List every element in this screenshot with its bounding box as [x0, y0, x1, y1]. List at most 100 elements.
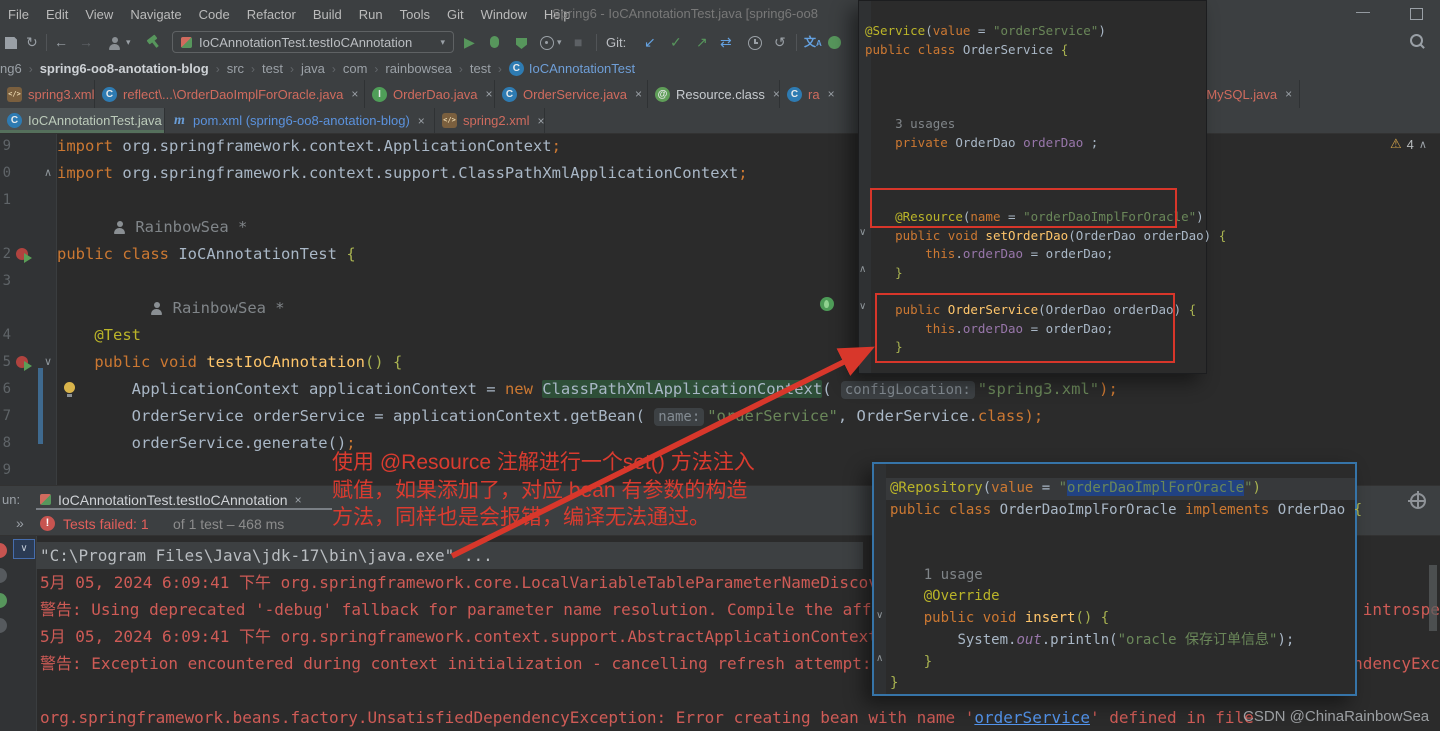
rollback-icon[interactable]: ↺	[774, 35, 786, 50]
line-number: 2	[2, 246, 11, 262]
scrollbar-thumb[interactable]	[1429, 565, 1437, 631]
breadcrumb-item-test[interactable]: test	[262, 61, 283, 76]
tab-orderservice-java[interactable]: C OrderService.java ×	[495, 80, 648, 108]
git-merge-icon[interactable]: ⇄	[720, 35, 732, 50]
breadcrumb-item-java[interactable]: java	[301, 61, 325, 76]
menu-edit[interactable]: Edit	[46, 7, 68, 22]
tab-spring3-xml[interactable]: </>spring3.xml×	[0, 80, 95, 108]
tab-reflect-orderdaoimplfororacle-java[interactable]: Creflect\...\OrderDaoImplForOracle.java ×	[95, 80, 365, 108]
menu-run[interactable]: Run	[359, 7, 383, 22]
tab-iocannotationtest-java[interactable]: CIoCAnnotationTest.java×	[0, 108, 165, 133]
run-test-gutter-icon[interactable]	[16, 356, 32, 371]
code-segment: class	[977, 407, 1025, 425]
forward-icon[interactable]: →	[79, 35, 93, 50]
spring-bean-icon[interactable]	[820, 297, 834, 311]
warning-icon: ⚠	[1390, 136, 1402, 151]
chevron-up-icon[interactable]: ∧	[1419, 138, 1427, 151]
coverage-icon[interactable]	[516, 37, 527, 52]
menu-tools[interactable]: Tools	[400, 7, 430, 22]
red-highlight-box-resource	[870, 188, 1177, 228]
menu-navigate[interactable]: Navigate	[130, 7, 181, 22]
fold-down-icon[interactable]: ∨	[859, 301, 866, 312]
code-segment: OrderService	[962, 41, 1061, 57]
search-icon[interactable]	[1410, 34, 1423, 50]
history-clock-icon[interactable]	[748, 36, 762, 53]
breadcrumb-item-com[interactable]: com	[343, 61, 368, 76]
close-icon[interactable]: ×	[295, 493, 302, 507]
tab-orderdao-java[interactable]: I OrderDao.java ×	[365, 80, 495, 108]
gear-icon[interactable]	[1408, 491, 1426, 514]
minimize-icon[interactable]: —	[1356, 3, 1370, 19]
tab-label: OrderDao.java	[393, 86, 478, 102]
code-segment: {	[1060, 41, 1069, 57]
close-icon[interactable]: ×	[418, 114, 425, 128]
menu-build[interactable]: Build	[313, 7, 342, 22]
menu-code[interactable]: Code	[199, 7, 230, 22]
sync-icon[interactable]: ↻	[26, 35, 38, 50]
user-icon[interactable]	[108, 36, 121, 51]
run-test-gutter-icon[interactable]	[16, 248, 32, 263]
profiler-icon[interactable]	[540, 36, 554, 53]
breadcrumb-item-test[interactable]: test	[470, 61, 491, 76]
save-all-icon[interactable]	[5, 37, 17, 52]
code-segment: @Test	[94, 326, 141, 344]
annotation-line: 方法，同样也是会报错，编译无法通过。	[332, 506, 710, 529]
breadcrumb-item-src[interactable]: src	[227, 61, 244, 76]
menu-window[interactable]: Window	[481, 7, 527, 22]
close-icon[interactable]: ×	[537, 114, 544, 128]
build-hammer-icon[interactable]	[146, 34, 162, 52]
user-dropdown-icon[interactable]: ▾	[126, 35, 131, 50]
breadcrumb-item-ng6[interactable]: ng6	[0, 61, 22, 76]
inspection-widget[interactable]: ⚠ 4 ∧	[1390, 136, 1427, 152]
tab-pom-xml-spring6-oo8-anotation-blog-[interactable]: m pom.xml (spring6-oo8-anotation-blog) ×	[165, 108, 435, 133]
close-icon[interactable]: ×	[773, 87, 779, 101]
git-push-icon[interactable]: ↗	[696, 35, 708, 50]
breadcrumb-item-rainbowsea[interactable]: rainbowsea	[385, 61, 452, 76]
code-segment: org.springframework.context.ApplicationC…	[122, 137, 552, 155]
tab-resource-class[interactable]: @ Resource.class ×	[648, 80, 780, 108]
stop-icon[interactable]: ■	[574, 35, 582, 50]
breadcrumb-separator: ›	[251, 61, 256, 76]
menu-file[interactable]: File	[8, 7, 29, 22]
fold-icon[interactable]: ∨	[44, 349, 52, 376]
code-segment: public void	[895, 227, 986, 243]
fold-down-icon[interactable]: ∨	[876, 610, 883, 621]
git-update-icon[interactable]: ↙	[644, 35, 656, 50]
close-icon[interactable]: ×	[1285, 87, 1292, 101]
fold-up-icon[interactable]: ∧	[859, 264, 866, 275]
fold-down-icon[interactable]: ∨	[859, 227, 866, 238]
menu-refactor[interactable]: Refactor	[247, 7, 296, 22]
maximize-icon[interactable]	[1410, 8, 1423, 20]
run-configuration-select[interactable]: IoCAnnotationTest.testIoCAnnotation ▾	[172, 31, 454, 53]
code-segment: ' defined in file	[1089, 708, 1254, 727]
close-icon[interactable]: ×	[635, 87, 642, 101]
fold-up-icon[interactable]: ∧	[876, 653, 883, 664]
plugin-green-icon[interactable]	[828, 36, 841, 52]
back-icon[interactable]: ←	[54, 35, 68, 50]
run-icon[interactable]: ▶	[464, 35, 475, 50]
orderservice-link[interactable]: orderService	[974, 708, 1090, 727]
close-icon[interactable]: ×	[486, 87, 493, 101]
debug-icon[interactable]	[490, 36, 499, 51]
profiler-dropdown-icon[interactable]: ▾	[557, 35, 562, 50]
code-segment: "orderService"	[707, 407, 838, 425]
code-segment: testIoCAnnotation	[206, 353, 365, 371]
close-icon[interactable]: ×	[828, 87, 835, 101]
breadcrumb-item-spring6-oo8-anotation-blog[interactable]: spring6-oo8-anotation-blog	[40, 61, 209, 76]
menu-git[interactable]: Git	[447, 7, 464, 22]
combo-dropdown-icon: ▾	[440, 36, 445, 47]
run-tab-underline	[36, 508, 332, 510]
git-commit-icon[interactable]: ✓	[670, 35, 682, 50]
translate-icon[interactable]: 文A	[804, 35, 822, 51]
breadcrumb-item-iocannotationtest[interactable]: C IoCAnnotationTest	[508, 61, 635, 76]
close-icon[interactable]: ×	[351, 87, 358, 101]
code-segment: = orderDao;	[1023, 246, 1114, 262]
fold-icon[interactable]: ∧	[44, 160, 52, 187]
tab-spring2-xml[interactable]: </> spring2.xml ×	[435, 108, 545, 133]
menu-view[interactable]: View	[85, 7, 113, 22]
expand-chevrons-icon[interactable]: »	[16, 515, 24, 531]
code-segment: OrderDao	[955, 134, 1024, 150]
